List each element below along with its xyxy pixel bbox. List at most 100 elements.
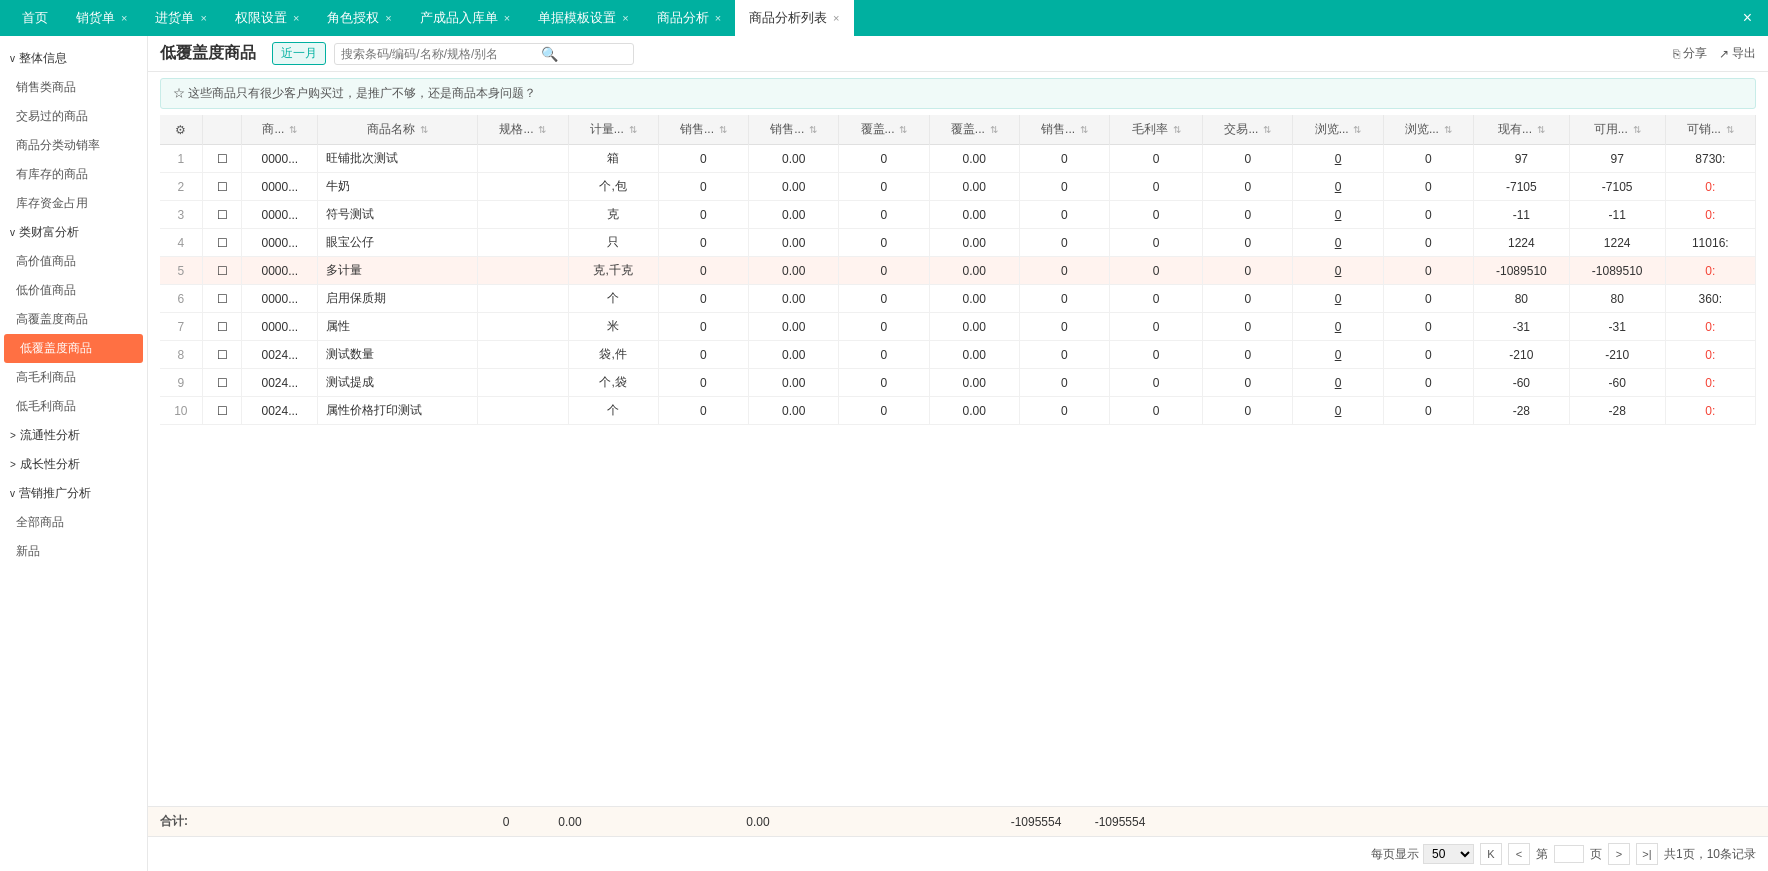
nav-tab-close[interactable]: × xyxy=(121,12,127,24)
sidebar-item[interactable]: 高价值商品 xyxy=(0,247,147,276)
table-header-cell[interactable]: 交易... ⇅ xyxy=(1203,115,1293,145)
prev-page-button[interactable]: < xyxy=(1508,843,1530,865)
table-row: 1☐0000...旺铺批次测试箱00.0000.000000097978730: xyxy=(160,145,1756,173)
table-header-cell[interactable]: 销售... ⇅ xyxy=(749,115,839,145)
table-header-cell[interactable]: 覆盖... ⇅ xyxy=(839,115,929,145)
date-filter-button[interactable]: 近一月 xyxy=(272,42,326,65)
table-cell: 属性 xyxy=(318,313,478,341)
nav-tab[interactable]: 商品分析列表× xyxy=(735,0,853,36)
table-cell: 0000... xyxy=(242,173,318,201)
nav-tab-close[interactable]: × xyxy=(715,12,721,24)
toolbar-actions: ⎘ 分享 ↗ 导出 xyxy=(1673,45,1756,62)
nav-tab-close[interactable]: × xyxy=(385,12,391,24)
table-header-cell[interactable]: 计量... ⇅ xyxy=(568,115,658,145)
sort-icon: ⇅ xyxy=(987,124,998,135)
table-header-cell[interactable]: 规格... ⇅ xyxy=(478,115,568,145)
per-page-select[interactable]: 50 100 200 xyxy=(1423,844,1474,864)
sidebar-item[interactable]: 库存资金占用 xyxy=(0,189,147,218)
sidebar-item[interactable]: 低毛利商品 xyxy=(0,392,147,421)
sidebar-group-header[interactable]: >流通性分析 xyxy=(0,421,147,450)
nav-tab[interactable]: 角色授权× xyxy=(313,0,405,36)
table-cell: 8730: xyxy=(1665,145,1755,173)
table-cell: -1089510 xyxy=(1569,257,1665,285)
table-cell xyxy=(478,173,568,201)
window-close-button[interactable]: × xyxy=(1735,9,1760,27)
table-header-cell[interactable]: 浏览... ⇅ xyxy=(1383,115,1473,145)
table-cell: 0024... xyxy=(242,397,318,425)
table-header-cell[interactable]: 毛利率 ⇅ xyxy=(1110,115,1203,145)
next-page-button[interactable]: > xyxy=(1608,843,1630,865)
table-cell: 0 xyxy=(658,397,748,425)
nav-tab[interactable]: 产成品入库单× xyxy=(406,0,524,36)
table-cell: 只 xyxy=(568,229,658,257)
table-cell: 9 xyxy=(160,369,202,397)
nav-tab-close[interactable]: × xyxy=(833,12,839,24)
page-number-input[interactable]: 1 xyxy=(1554,845,1584,863)
last-page-button[interactable]: >| xyxy=(1636,843,1658,865)
share-label: 分享 xyxy=(1683,45,1707,62)
table-header-cell[interactable]: 商... ⇅ xyxy=(242,115,318,145)
table-cell: 启用保质期 xyxy=(318,285,478,313)
sidebar-item[interactable]: 商品分类动销率 xyxy=(0,131,147,160)
table-cell: 0 xyxy=(1383,257,1473,285)
sidebar-item[interactable]: 全部商品 xyxy=(0,508,147,537)
table-header-cell[interactable]: 可销... ⇅ xyxy=(1665,115,1755,145)
sidebar-item[interactable]: 销售类商品 xyxy=(0,73,147,102)
total-records-label: 共1页，10条记录 xyxy=(1664,846,1756,863)
top-nav: 首页销货单×进货单×权限设置×角色授权×产成品入库单×单据模板设置×商品分析×商… xyxy=(0,0,1768,36)
nav-tab[interactable]: 首页 xyxy=(8,0,62,36)
table-cell: 0 xyxy=(1293,341,1383,369)
sidebar-item[interactable]: 高覆盖度商品 xyxy=(0,305,147,334)
nav-tab[interactable]: 销货单× xyxy=(62,0,141,36)
table-cell: 0: xyxy=(1665,257,1755,285)
sidebar-item[interactable]: 交易过的商品 xyxy=(0,102,147,131)
nav-tab-close[interactable]: × xyxy=(293,12,299,24)
table-cell: 0 xyxy=(658,285,748,313)
table-cell: 0 xyxy=(1019,341,1109,369)
sort-icon: ⇅ xyxy=(1630,124,1641,135)
search-input[interactable] xyxy=(341,47,541,61)
sidebar-item[interactable]: 有库存的商品 xyxy=(0,160,147,189)
sidebar-group-header[interactable]: v整体信息 xyxy=(0,44,147,73)
sidebar-group-header[interactable]: v类财富分析 xyxy=(0,218,147,247)
sidebar-item[interactable]: 新品 xyxy=(0,537,147,566)
sidebar-item[interactable]: 高毛利商品 xyxy=(0,363,147,392)
first-page-button[interactable]: K xyxy=(1480,843,1502,865)
table-cell: 属性价格打印测试 xyxy=(318,397,478,425)
table-header-cell[interactable]: 可用... ⇅ xyxy=(1569,115,1665,145)
nav-tab-close[interactable]: × xyxy=(504,12,510,24)
nav-tab[interactable]: 权限设置× xyxy=(221,0,313,36)
nav-tab-close[interactable]: × xyxy=(200,12,206,24)
table-cell xyxy=(478,257,568,285)
table-header-cell[interactable]: 商品名称 ⇅ xyxy=(318,115,478,145)
footer-cells: 0 0.00 0.00 -1095554 -1095554 xyxy=(212,815,1756,829)
table-header-cell[interactable]: 销售... ⇅ xyxy=(658,115,748,145)
sidebar-item[interactable]: 低覆盖度商品 xyxy=(4,334,143,363)
table-cell: 多计量 xyxy=(318,257,478,285)
nav-tab[interactable]: 进货单× xyxy=(141,0,220,36)
table-header-cell[interactable]: 销售... ⇅ xyxy=(1019,115,1109,145)
table-cell: 0 xyxy=(1293,313,1383,341)
search-icon[interactable]: 🔍 xyxy=(541,46,558,62)
table-header-cell: ⚙ xyxy=(160,115,202,145)
table-cell: 0.00 xyxy=(929,285,1019,313)
nav-tab[interactable]: 单据模板设置× xyxy=(524,0,642,36)
export-button[interactable]: ↗ 导出 xyxy=(1719,45,1756,62)
nav-tab[interactable]: 商品分析× xyxy=(643,0,735,36)
table-header-cell[interactable]: 覆盖... ⇅ xyxy=(929,115,1019,145)
share-button[interactable]: ⎘ 分享 xyxy=(1673,45,1707,62)
table-cell: ☐ xyxy=(202,369,242,397)
sidebar-group-label: 整体信息 xyxy=(19,50,67,67)
table-cell xyxy=(478,145,568,173)
sidebar-group-header[interactable]: >成长性分析 xyxy=(0,450,147,479)
table-cell: ☐ xyxy=(202,313,242,341)
sidebar-group-header[interactable]: v营销推广分析 xyxy=(0,479,147,508)
nav-tab-close[interactable]: × xyxy=(622,12,628,24)
sidebar-item[interactable]: 低价值商品 xyxy=(0,276,147,305)
table-cell: 0 xyxy=(1383,201,1473,229)
table-header-cell[interactable]: 浏览... ⇅ xyxy=(1293,115,1383,145)
table-cell: 0 xyxy=(1110,201,1203,229)
table-cell: 0 xyxy=(658,201,748,229)
table-header-cell[interactable]: 现有... ⇅ xyxy=(1473,115,1569,145)
table-cell: 0 xyxy=(1203,341,1293,369)
